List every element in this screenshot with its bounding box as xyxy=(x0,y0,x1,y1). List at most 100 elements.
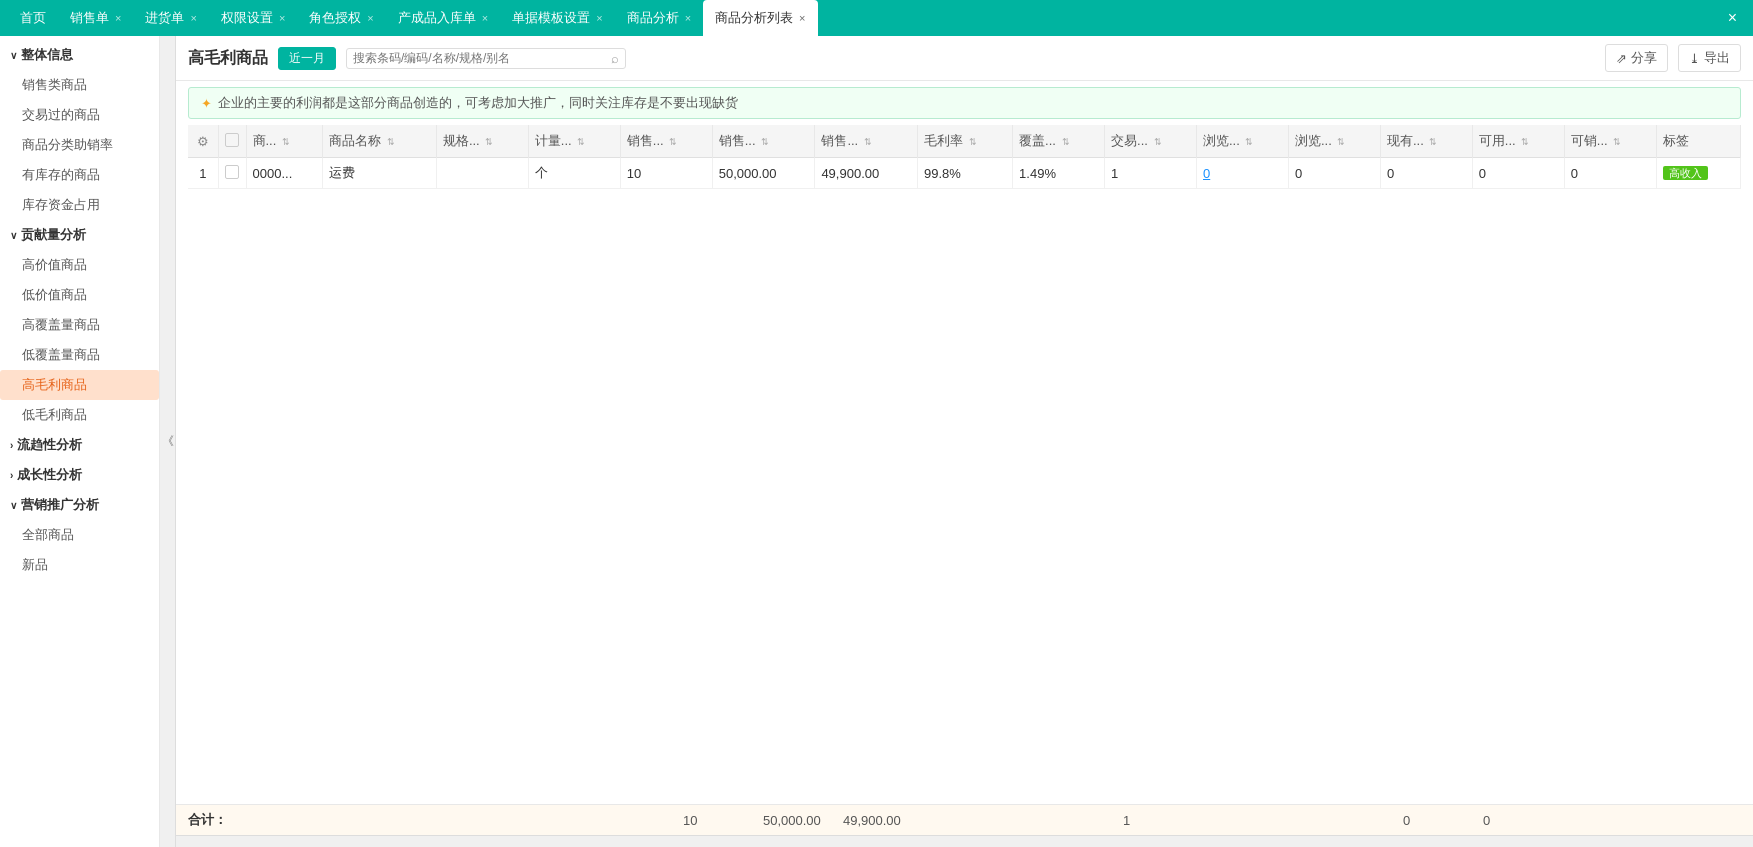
chevron-down-icon-3: ∨ xyxy=(10,500,17,511)
footer-trade-val: 1 xyxy=(1117,813,1197,828)
nav-tab-analysis-list[interactable]: 商品分析列表 × xyxy=(703,0,817,36)
sort-icon-available-stock[interactable]: ⇅ xyxy=(1521,137,1529,147)
sidebar-item-sales-goods[interactable]: 销售类商品 xyxy=(0,70,159,100)
sort-icon-sales-count[interactable]: ⇅ xyxy=(669,137,677,147)
col-view2: 浏览... ⇅ xyxy=(1288,125,1380,158)
row-available-stock: 0 xyxy=(1472,158,1564,189)
close-permission-tab[interactable]: × xyxy=(279,12,285,24)
footer-cells: 10 50,000.00 49,900.00 1 0 0 xyxy=(247,813,1741,828)
sidebar-section-marketing[interactable]: ∨ 营销推广分析 xyxy=(0,490,159,520)
table-header-row: ⚙ 商... ⇅ 商品名称 ⇅ xyxy=(188,125,1741,158)
footer-sales-profit-val: 49,900.00 xyxy=(837,813,917,828)
search-icon[interactable]: ⌕ xyxy=(611,51,619,66)
nav-tab-home[interactable]: 首页 xyxy=(8,0,58,36)
row-sellable-stock: 0 xyxy=(1564,158,1656,189)
chevron-right-icon-2: › xyxy=(10,470,13,481)
close-template-tab[interactable]: × xyxy=(596,12,602,24)
nav-tab-analysis[interactable]: 商品分析 × xyxy=(615,0,703,36)
col-sellable-stock: 可销... ⇅ xyxy=(1564,125,1656,158)
col-tag: 标签 xyxy=(1656,125,1740,158)
row-sales-profit: 49,900.00 xyxy=(815,158,918,189)
sidebar-item-all-goods[interactable]: 全部商品 xyxy=(0,520,159,550)
footer-sales-count-val: 10 xyxy=(677,813,757,828)
sort-icon-margin[interactable]: ⇅ xyxy=(969,137,977,147)
col-settings[interactable]: ⚙ xyxy=(188,125,218,158)
sidebar-item-stock-capital[interactable]: 库存资金占用 xyxy=(0,190,159,220)
footer-spacer2 xyxy=(1197,813,1397,828)
col-current-stock: 现有... ⇅ xyxy=(1380,125,1472,158)
window-close-button[interactable]: × xyxy=(1720,5,1745,31)
col-sales-profit: 销售... ⇅ xyxy=(815,125,918,158)
sort-icon-sales-profit[interactable]: ⇅ xyxy=(864,137,872,147)
footer-sales-count xyxy=(247,813,677,828)
nav-tab-permission[interactable]: 权限设置 × xyxy=(209,0,297,36)
nav-tab-sales[interactable]: 销售单 × xyxy=(58,0,133,36)
sidebar-item-traded-goods[interactable]: 交易过的商品 xyxy=(0,100,159,130)
sort-icon-unit[interactable]: ⇅ xyxy=(577,137,585,147)
sort-icon-spec[interactable]: ⇅ xyxy=(485,137,493,147)
row-index: 1 xyxy=(188,158,218,189)
sidebar-section-overall[interactable]: ∨ 整体信息 xyxy=(0,40,159,70)
sort-icon-view1[interactable]: ⇅ xyxy=(1245,137,1253,147)
filter-recent-month-button[interactable]: 近一月 xyxy=(278,47,336,70)
share-button[interactable]: ⇗ 分享 xyxy=(1605,44,1668,72)
main-layout: ∨ 整体信息 销售类商品 交易过的商品 商品分类助销率 有库存的商品 库存资金占… xyxy=(0,36,1753,847)
row-code: 0000... xyxy=(246,158,322,189)
sidebar-item-new-goods[interactable]: 新品 xyxy=(0,550,159,580)
row-name: 运费 xyxy=(322,158,436,189)
row-view1[interactable]: 0 xyxy=(1197,158,1289,189)
row-trade: 1 xyxy=(1105,158,1197,189)
search-input[interactable] xyxy=(353,51,611,65)
sort-icon-trade[interactable]: ⇅ xyxy=(1154,137,1162,147)
sort-icon-coverage[interactable]: ⇅ xyxy=(1062,137,1070,147)
close-analysis-list-tab[interactable]: × xyxy=(799,12,805,24)
sort-icon-name[interactable]: ⇅ xyxy=(387,137,395,147)
chevron-down-icon: ∨ xyxy=(10,50,17,61)
close-sales-tab[interactable]: × xyxy=(115,12,121,24)
content-area: 高毛利商品 近一月 ⌕ ⇗ 分享 ⤓ 导出 ✦ 企业的主要的利润都是这部分商品创… xyxy=(176,36,1753,847)
col-spec: 规格... ⇅ xyxy=(436,125,528,158)
select-all-checkbox[interactable] xyxy=(225,133,239,147)
sidebar-item-low-coverage[interactable]: 低覆盖量商品 xyxy=(0,340,159,370)
sort-icon-current-stock[interactable]: ⇅ xyxy=(1429,137,1437,147)
nav-tab-role[interactable]: 角色授权 × xyxy=(297,0,385,36)
close-purchase-tab[interactable]: × xyxy=(190,12,196,24)
nav-tab-template[interactable]: 单据模板设置 × xyxy=(500,0,614,36)
chevron-down-icon-2: ∨ xyxy=(10,230,17,241)
sidebar-item-high-margin[interactable]: 高毛利商品 xyxy=(0,370,159,400)
sidebar-section-growth[interactable]: › 成长性分析 xyxy=(0,460,159,490)
row-tag: 高收入 xyxy=(1656,158,1740,189)
row-margin-rate: 99.8% xyxy=(918,158,1013,189)
info-icon: ✦ xyxy=(201,96,212,111)
col-sales-count: 销售... ⇅ xyxy=(620,125,712,158)
sidebar-item-high-value[interactable]: 高价值商品 xyxy=(0,250,159,280)
sidebar-item-high-coverage[interactable]: 高覆盖量商品 xyxy=(0,310,159,340)
close-product-inbound-tab[interactable]: × xyxy=(482,12,488,24)
chevron-right-icon: › xyxy=(10,440,13,451)
sidebar-item-category-assist[interactable]: 商品分类助销率 xyxy=(0,130,159,160)
tag-badge: 高收入 xyxy=(1663,166,1708,180)
col-code: 商... ⇅ xyxy=(246,125,322,158)
sidebar-section-contribution[interactable]: ∨ 贡献量分析 xyxy=(0,220,159,250)
export-button[interactable]: ⤓ 导出 xyxy=(1678,44,1741,72)
search-box: ⌕ xyxy=(346,48,626,69)
sidebar-item-stocked-goods[interactable]: 有库存的商品 xyxy=(0,160,159,190)
sort-icon-view2[interactable]: ⇅ xyxy=(1337,137,1345,147)
nav-tab-product-inbound[interactable]: 产成品入库单 × xyxy=(386,0,500,36)
nav-tab-purchase[interactable]: 进货单 × xyxy=(133,0,208,36)
sidebar-section-trend[interactable]: › 流趋性分析 xyxy=(0,430,159,460)
row-checkbox[interactable] xyxy=(218,158,246,189)
export-icon: ⤓ xyxy=(1689,51,1700,66)
sort-icon-sellable-stock[interactable]: ⇅ xyxy=(1613,137,1621,147)
col-checkbox[interactable] xyxy=(218,125,246,158)
close-role-tab[interactable]: × xyxy=(367,12,373,24)
horizontal-scrollbar[interactable] xyxy=(176,835,1753,847)
sidebar-item-low-value[interactable]: 低价值商品 xyxy=(0,280,159,310)
close-analysis-tab[interactable]: × xyxy=(685,12,691,24)
sort-icon-sales-amount[interactable]: ⇅ xyxy=(761,137,769,147)
sort-icon-code[interactable]: ⇅ xyxy=(282,137,290,147)
settings-icon[interactable]: ⚙ xyxy=(197,134,209,149)
table-wrapper: ⚙ 商... ⇅ 商品名称 ⇅ xyxy=(176,125,1753,804)
sidebar-item-low-margin[interactable]: 低毛利商品 xyxy=(0,400,159,430)
sidebar-collapse-button[interactable]: 《 xyxy=(160,36,176,847)
